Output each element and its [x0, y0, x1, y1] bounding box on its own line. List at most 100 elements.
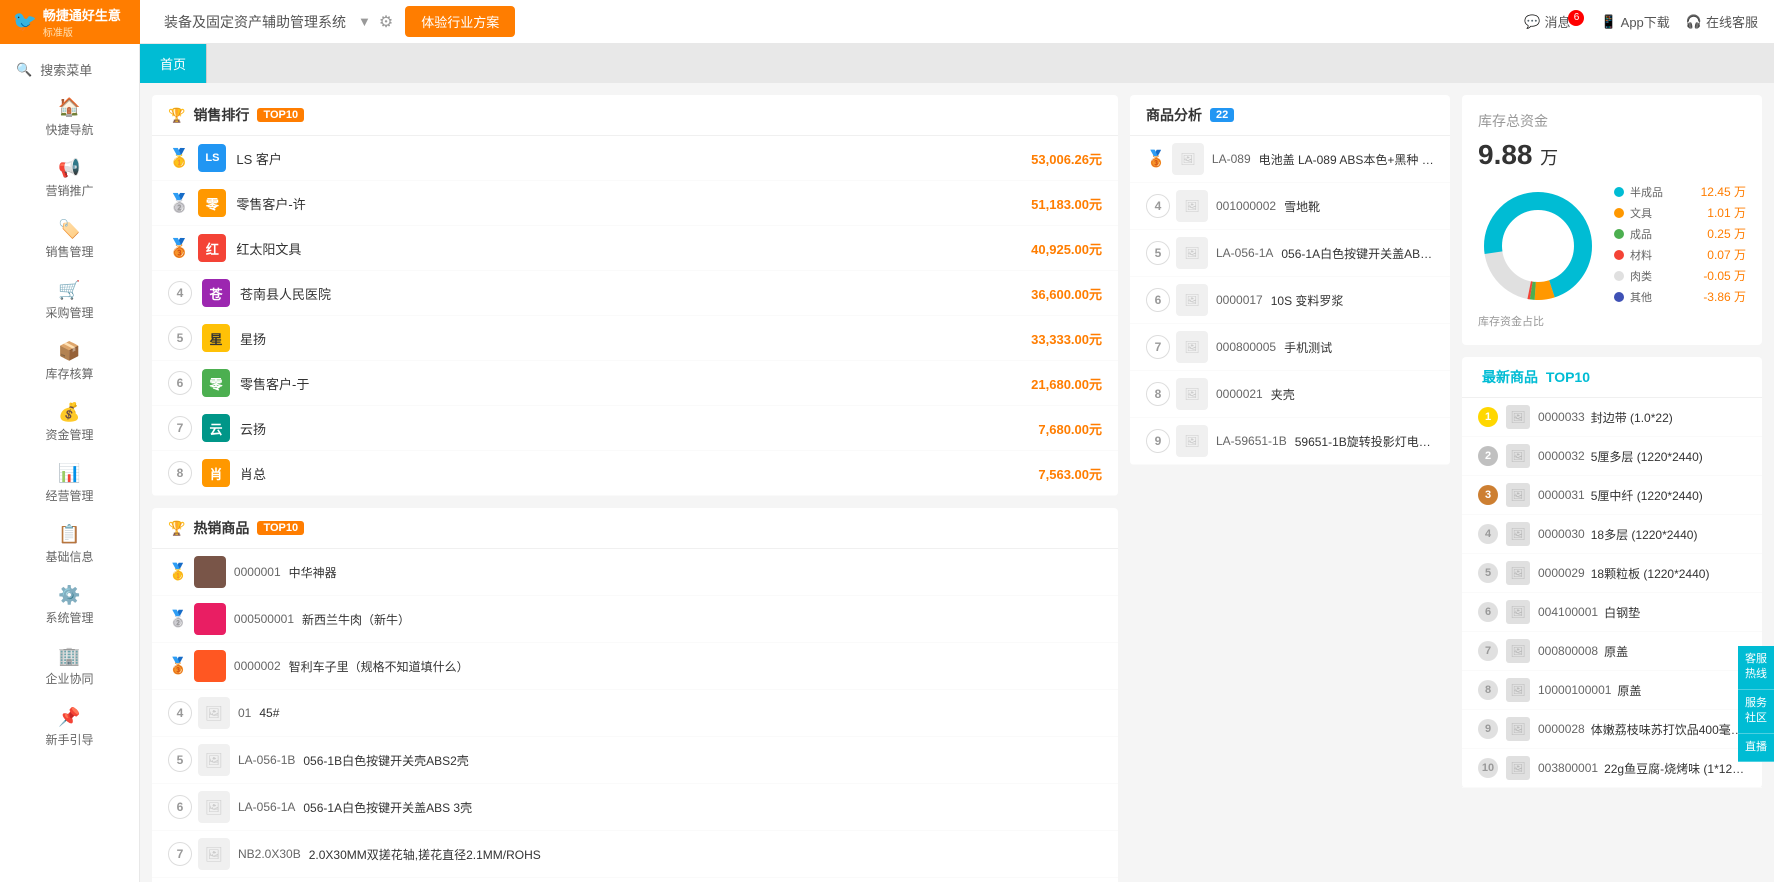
sidebar-item-sales[interactable]: 🏷️ 销售管理 — [0, 209, 139, 270]
customer-name: 苍南县人民医院 — [240, 284, 1031, 303]
newest-product-item: 5 🖼 0000029 18颗粒板 (1220*2440) — [1462, 554, 1762, 593]
inventory-title: 库存总资金 — [1478, 111, 1746, 131]
customer-name: 星扬 — [240, 329, 1031, 348]
product-thumb — [194, 556, 226, 588]
pr-code: 0000021 — [1216, 387, 1263, 401]
inventory-amount: 9.88 — [1478, 139, 1533, 170]
sidebar-item-inventory[interactable]: 📦 库存核算 — [0, 331, 139, 392]
ranking-item: 🥇 LS LS 客户 53,006.26元 — [152, 136, 1118, 181]
content-area: 首页 🏆 销售排行 TOP10 🥇 LS LS 客户 53,006.26元 🥈 … — [140, 44, 1774, 882]
sidebar-item-finance[interactable]: 💰 资金管理 — [0, 392, 139, 453]
product-thumb — [194, 650, 226, 682]
pr-rank-num: 9 — [1146, 429, 1170, 453]
sidebar-item-guide[interactable]: 📌 新手引导 — [0, 697, 139, 758]
trophy-icon: 🏆 — [168, 107, 185, 124]
customer-amount: 33,333.00元 — [1031, 329, 1102, 348]
rank-avatar: 红 — [198, 234, 226, 262]
message-item[interactable]: 💬 消息 6 — [1524, 12, 1584, 31]
ranking-item: 6 零 零售客户-于 21,680.00元 — [152, 361, 1118, 406]
top-header: 🐦 畅捷通好生意 标准版 装备及固定资产辅助管理系统 ▼ ⚙ 体验行业方案 💬 … — [0, 0, 1774, 44]
sidebar-item-enterprise[interactable]: 🏢 企业协同 — [0, 636, 139, 697]
app-download-item[interactable]: 📱 App下载 — [1600, 12, 1669, 31]
sidebar: 🔍 搜索菜单 🏠 快捷导航📢 营销推广🏷️ 销售管理🛒 采购管理📦 库存核算💰 … — [0, 44, 140, 882]
sidebar-item-purchase[interactable]: 🛒 采购管理 — [0, 270, 139, 331]
legend-label: 肉类 — [1630, 268, 1652, 284]
product-thumb: 🖼 — [198, 697, 230, 729]
hot-product-item: 4🖼 01 45# — [152, 690, 1118, 737]
quick-nav-icon: 🏠 — [58, 97, 80, 118]
experience-button[interactable]: 体验行业方案 — [405, 6, 515, 37]
pr-rank-icon: 🥉 — [1146, 149, 1166, 169]
customer-amount: 53,006.26元 — [1031, 149, 1102, 168]
pr-rank-num: 5 — [1146, 241, 1170, 265]
sidebar-item-marketing[interactable]: 📢 营销推广 — [0, 148, 139, 209]
legend-dot — [1614, 229, 1624, 239]
newest-thumb: 🖼 — [1506, 717, 1530, 741]
customer-name: LS 客户 — [236, 149, 1031, 168]
product-name: 中华神器 — [289, 564, 1102, 581]
product-thumb: 🖼 — [198, 744, 230, 776]
middle-panel: 商品分析 22 🥉 🖼 LA-089 电池盖 LA-089 ABS本色+黑种 7… — [1130, 95, 1450, 882]
product-code: NB2.0X30B — [238, 847, 301, 861]
newest-code: 0000032 — [1538, 449, 1585, 463]
product-code: LA-056-1B — [238, 753, 295, 767]
donut-container: 半成品 12.45 万 文具 1.01 万 成品 0.25 万 材料 0.07 … — [1478, 183, 1746, 309]
message-badge: 6 — [1568, 10, 1584, 26]
pr-thumb: 🖼 — [1176, 425, 1208, 457]
rank-num: 5 — [168, 326, 192, 350]
search-icon: 🔍 — [16, 62, 32, 78]
newest-products-title: 最新商品 — [1482, 369, 1538, 385]
hot-rank-num: 5 — [168, 748, 192, 772]
sidebar-item-basic[interactable]: 📋 基础信息 — [0, 514, 139, 575]
dropdown-arrow-icon[interactable]: ▼ — [358, 14, 371, 29]
float-button[interactable]: 服务 社区 — [1738, 690, 1774, 734]
sidebar-item-system[interactable]: ⚙️ 系统管理 — [0, 575, 139, 636]
search-menu-item[interactable]: 🔍 搜索菜单 — [0, 52, 139, 87]
customer-name: 红太阳文具 — [236, 239, 1031, 258]
gear-icon[interactable]: ⚙ — [379, 12, 393, 32]
rank-avatar: 零 — [198, 189, 226, 217]
marketing-label: 营销推广 — [45, 182, 93, 199]
online-service-item[interactable]: 🎧 在线客服 — [1686, 12, 1758, 31]
newest-product-item: 1 🖼 0000033 封边带 (1.0*22) — [1462, 398, 1762, 437]
customer-ranking-title: 销售排行 — [193, 105, 249, 125]
newest-rank: 7 — [1478, 641, 1498, 661]
product-name: 新西兰牛肉（新牛） — [302, 611, 1102, 628]
newest-name: 5厘中纤 (1220*2440) — [1591, 487, 1746, 504]
legend-item: 材料 0.07 万 — [1614, 246, 1746, 263]
hot-product-item: 🥈 000500001 新西兰牛肉（新牛） — [152, 596, 1118, 643]
system-name[interactable]: 装备及固定资产辅助管理系统 — [156, 12, 354, 32]
legend-value: -0.05 万 — [1703, 267, 1746, 284]
hot-products-list: 🥇 0000001 中华神器🥈 000500001 新西兰牛肉（新牛）🥉 000… — [152, 549, 1118, 882]
ranking-item: 4 苍 苍南县人民医院 36,600.00元 — [152, 271, 1118, 316]
hot-top10-badge: TOP10 — [257, 521, 304, 535]
rank-num: 6 — [168, 371, 192, 395]
pr-name: 10S 变料罗浆 — [1271, 292, 1434, 309]
newest-code: 0000031 — [1538, 488, 1585, 502]
operation-icon: 📊 — [58, 463, 80, 484]
float-button[interactable]: 直播 — [1738, 734, 1774, 762]
legend-dot — [1614, 292, 1624, 302]
sales-label: 销售管理 — [45, 243, 93, 260]
left-panel: 🏆 销售排行 TOP10 🥇 LS LS 客户 53,006.26元 🥈 零 零… — [152, 95, 1118, 882]
pr-thumb: 🖼 — [1176, 237, 1208, 269]
tab-home[interactable]: 首页 — [140, 44, 207, 83]
hot-products-card: 🏆 热销商品 TOP10 🥇 0000001 中华神器🥈 000500001 新… — [152, 508, 1118, 882]
sidebar-item-operation[interactable]: 📊 经营管理 — [0, 453, 139, 514]
pr-name: 雪地靴 — [1284, 198, 1434, 215]
hot-product-item: 🥇 0000001 中华神器 — [152, 549, 1118, 596]
pr-rank-num: 4 — [1146, 194, 1170, 218]
float-button[interactable]: 客服 热线 — [1738, 646, 1774, 690]
newest-thumb: 🖼 — [1506, 678, 1530, 702]
brand-name: 畅捷通好生意 — [43, 5, 121, 24]
newest-thumb: 🖼 — [1506, 405, 1530, 429]
product-name: 45# — [259, 706, 1102, 720]
ranking-item: 5 星 星扬 33,333.00元 — [152, 316, 1118, 361]
ranking-item: 7 云 云扬 7,680.00元 — [152, 406, 1118, 451]
legend-item: 成品 0.25 万 — [1614, 225, 1746, 242]
newest-name: 体嫩荔枝味苏打饮品400毫升 (1*15) — [1591, 721, 1746, 738]
hot-rank-icon: 🥇 — [168, 562, 188, 582]
sidebar-item-quick-nav[interactable]: 🏠 快捷导航 — [0, 87, 139, 148]
pr-thumb: 🖼 — [1176, 331, 1208, 363]
customer-name: 零售客户-许 — [236, 194, 1031, 213]
